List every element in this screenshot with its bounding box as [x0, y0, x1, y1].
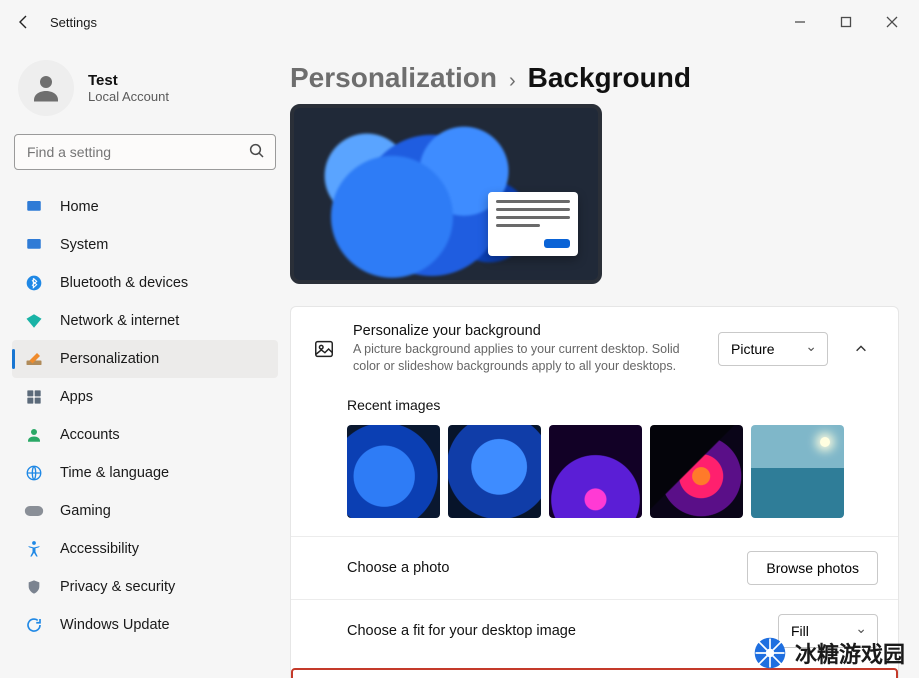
- personalize-desc: A picture background applies to your cur…: [353, 341, 702, 375]
- sidebar-item-windows-update[interactable]: Windows Update: [12, 606, 278, 644]
- sidebar-item-label: Gaming: [60, 503, 111, 519]
- gaming-icon: [24, 501, 44, 521]
- watermark: 冰糖游戏园: [753, 636, 905, 670]
- sidebar-item-home[interactable]: Home: [12, 188, 278, 226]
- watermark-icon: [753, 636, 787, 670]
- account-type: Local Account: [88, 89, 169, 104]
- desktop-preview: [290, 104, 602, 284]
- collapse-button[interactable]: [844, 332, 878, 366]
- sidebar-item-label: Network & internet: [60, 313, 179, 329]
- user-name: Test: [88, 72, 169, 89]
- sidebar-item-label: Privacy & security: [60, 579, 175, 595]
- choose-photo-row: Choose a photo Browse photos: [291, 536, 898, 599]
- watermark-text: 冰糖游戏园: [795, 637, 905, 669]
- sidebar-item-privacy[interactable]: Privacy & security: [12, 568, 278, 606]
- browse-photos-button[interactable]: Browse photos: [747, 551, 878, 585]
- sidebar: Test Local Account Home System Bluetooth…: [0, 44, 290, 678]
- system-icon: [24, 235, 44, 255]
- recent-image-3[interactable]: [549, 425, 642, 518]
- breadcrumb-parent[interactable]: Personalization: [290, 62, 497, 94]
- personalization-icon: [24, 349, 44, 369]
- sidebar-item-label: Accounts: [60, 427, 120, 443]
- background-type-select[interactable]: Picture: [718, 332, 828, 366]
- recent-image-5[interactable]: [751, 425, 844, 518]
- sidebar-item-label: Home: [60, 199, 99, 215]
- sidebar-item-personalization[interactable]: Personalization: [12, 340, 278, 378]
- home-icon: [24, 197, 44, 217]
- main-content: Personalization › Background Personalize…: [290, 44, 919, 678]
- sidebar-item-label: Apps: [60, 389, 93, 405]
- picture-icon: [311, 338, 337, 360]
- search-input[interactable]: [14, 134, 276, 170]
- recent-images: [291, 425, 898, 536]
- accounts-icon: [24, 425, 44, 445]
- choose-photo-label: Choose a photo: [311, 560, 747, 576]
- recent-images-label: Recent images: [291, 391, 898, 425]
- sidebar-item-label: Personalization: [60, 351, 159, 367]
- bluetooth-icon: [24, 273, 44, 293]
- recent-image-1[interactable]: [347, 425, 440, 518]
- chevron-up-icon: [854, 342, 868, 356]
- breadcrumb: Personalization › Background: [290, 44, 899, 104]
- profile[interactable]: Test Local Account: [12, 54, 278, 134]
- search-icon: [248, 142, 266, 165]
- arrow-left-icon: [16, 14, 32, 30]
- background-card: Personalize your background A picture ba…: [290, 306, 899, 678]
- maximize-icon: [840, 16, 852, 28]
- recent-image-2[interactable]: [448, 425, 541, 518]
- minimize-icon: [794, 16, 806, 28]
- chevron-right-icon: ›: [509, 70, 516, 93]
- titlebar: Settings: [0, 0, 919, 44]
- breadcrumb-current: Background: [528, 62, 691, 94]
- personalize-title: Personalize your background: [353, 323, 702, 339]
- close-button[interactable]: [869, 6, 915, 38]
- sidebar-item-accounts[interactable]: Accounts: [12, 416, 278, 454]
- personalize-row: Personalize your background A picture ba…: [291, 307, 898, 391]
- apps-icon: [24, 387, 44, 407]
- network-icon: [24, 311, 44, 331]
- sidebar-item-system[interactable]: System: [12, 226, 278, 264]
- globe-icon: [24, 463, 44, 483]
- sidebar-item-bluetooth[interactable]: Bluetooth & devices: [12, 264, 278, 302]
- sidebar-item-label: Accessibility: [60, 541, 139, 557]
- avatar: [18, 60, 74, 116]
- shield-icon: [24, 577, 44, 597]
- sidebar-item-network[interactable]: Network & internet: [12, 302, 278, 340]
- nav-list: Home System Bluetooth & devices Network …: [12, 188, 278, 644]
- back-button[interactable]: [4, 2, 44, 42]
- sidebar-item-label: Time & language: [60, 465, 169, 481]
- choose-fit-label: Choose a fit for your desktop image: [311, 623, 778, 639]
- sidebar-item-label: Bluetooth & devices: [60, 275, 188, 291]
- sidebar-item-time-language[interactable]: Time & language: [12, 454, 278, 492]
- search-wrap: [14, 134, 276, 170]
- accessibility-icon: [24, 539, 44, 559]
- maximize-button[interactable]: [823, 6, 869, 38]
- sidebar-item-accessibility[interactable]: Accessibility: [12, 530, 278, 568]
- minimize-button[interactable]: [777, 6, 823, 38]
- recent-image-4[interactable]: [650, 425, 743, 518]
- sidebar-item-apps[interactable]: Apps: [12, 378, 278, 416]
- person-icon: [28, 70, 64, 106]
- update-icon: [24, 615, 44, 635]
- close-icon: [886, 16, 898, 28]
- sidebar-item-gaming[interactable]: Gaming: [12, 492, 278, 530]
- sidebar-item-label: System: [60, 237, 108, 253]
- window-title: Settings: [50, 15, 97, 30]
- sidebar-item-label: Windows Update: [60, 617, 170, 633]
